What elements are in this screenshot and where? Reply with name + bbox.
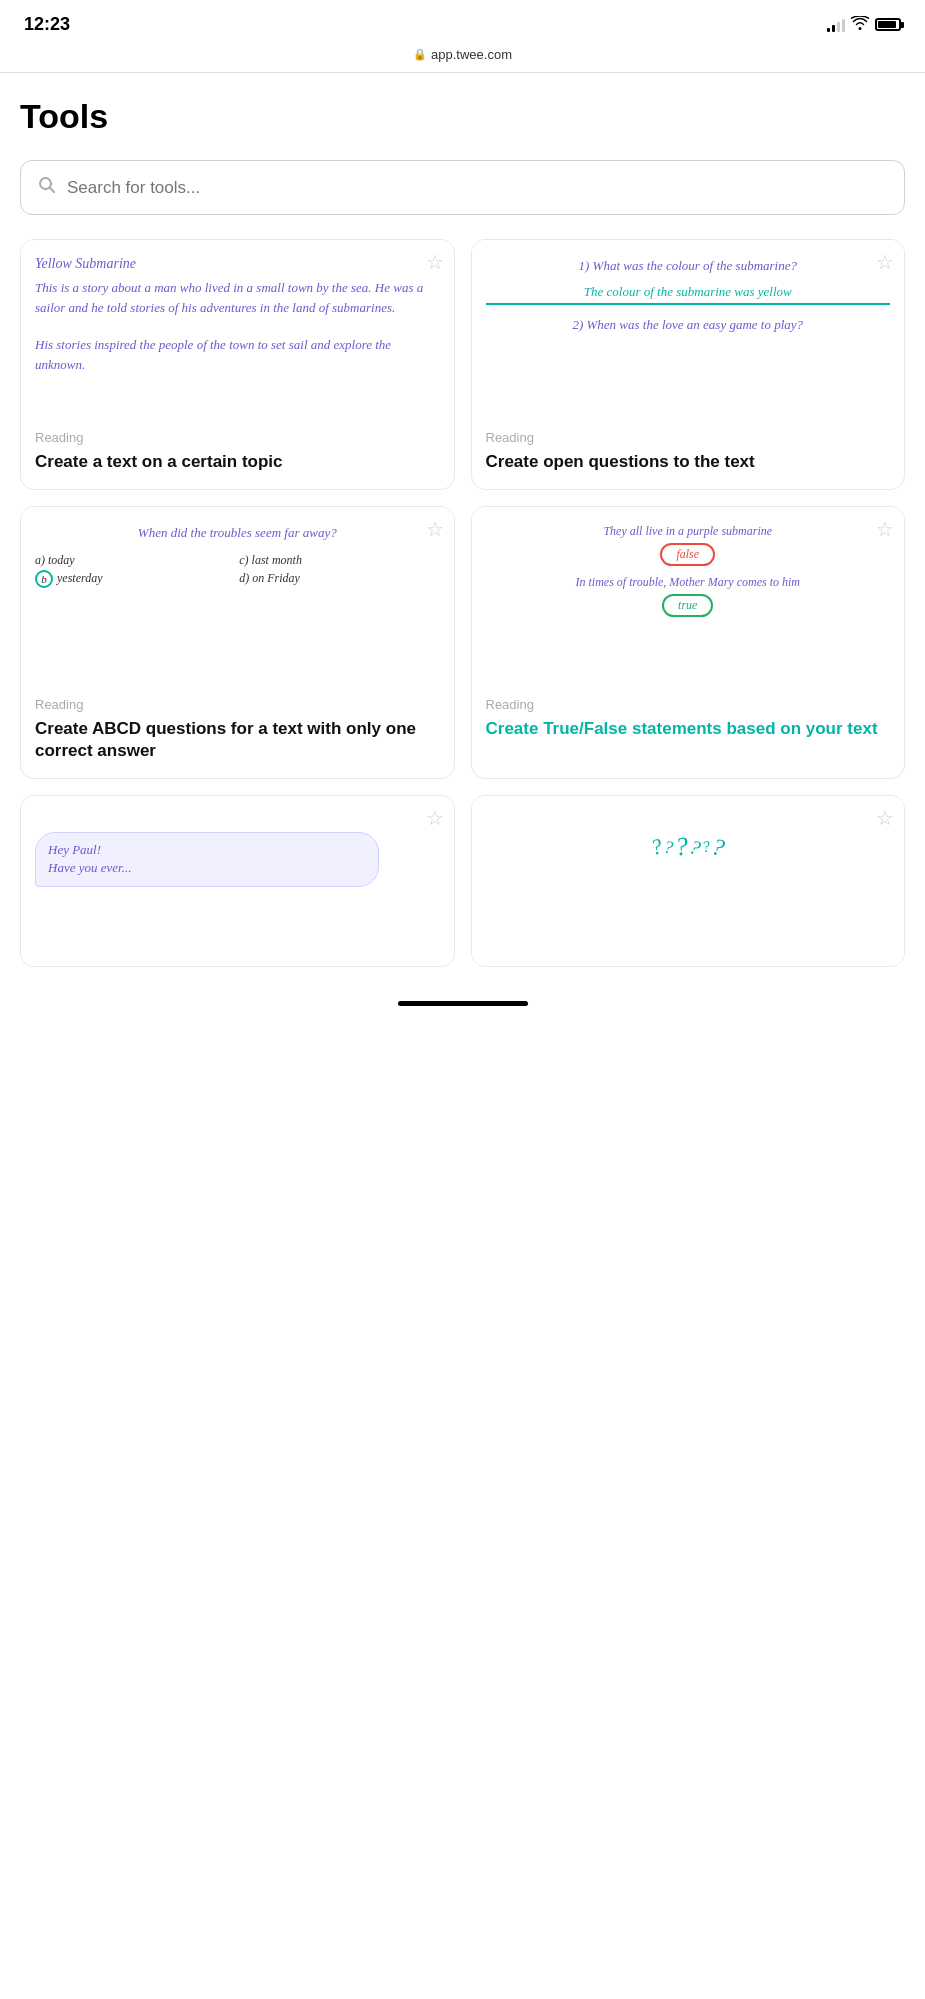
cards-grid: ☆ Yellow Submarine This is a story about… (20, 239, 905, 967)
card-2-q2: 2) When was the love an easy game to pla… (486, 315, 891, 335)
card-3-title: Create ABCD questions for a text with on… (21, 716, 454, 778)
card-4-badge-false: false (660, 543, 715, 566)
lock-icon: 🔒 (413, 48, 427, 61)
card-create-text[interactable]: ☆ Yellow Submarine This is a story about… (20, 239, 455, 490)
card-5-fade (21, 936, 454, 966)
card-6-star[interactable]: ☆ (876, 806, 894, 830)
card-5-star[interactable]: ☆ (426, 806, 444, 830)
page-title: Tools (20, 97, 905, 136)
card-2-title: Create open questions to the text (472, 449, 905, 489)
card-6-qmarks: ? ? ? ? ? ? (486, 812, 891, 862)
status-time: 12:23 (24, 14, 70, 35)
card-4-badge-true: true (662, 594, 713, 617)
card-3-meta: Reading (21, 687, 454, 716)
card-6-fade (472, 936, 905, 966)
status-bar: 12:23 (0, 0, 925, 43)
card-abcd-questions[interactable]: ☆ When did the troubles seem far away? a… (20, 506, 455, 779)
card-true-false[interactable]: ☆ They all live in a purple submarine fa… (471, 506, 906, 779)
search-input[interactable] (67, 178, 888, 198)
card-2-a1: The colour of the submarine was yellow (486, 282, 891, 306)
card-4-tf1: They all live in a purple submarine fals… (486, 523, 891, 566)
card-6[interactable]: ☆ ? ? ? ? ? ? (471, 795, 906, 967)
card-4-preview: ☆ They all live in a purple submarine fa… (472, 507, 905, 687)
card-4-star[interactable]: ☆ (876, 517, 894, 541)
mc-option-b: b yesterday (35, 570, 235, 588)
battery-icon (875, 18, 901, 31)
search-bar[interactable] (20, 160, 905, 215)
mc-circle-b: b (35, 570, 53, 588)
mc-option-a: a) today (35, 553, 235, 568)
card-3-star[interactable]: ☆ (426, 517, 444, 541)
mc-option-c: c) last month (239, 553, 439, 568)
card-open-questions[interactable]: ☆ 1) What was the colour of the submarin… (471, 239, 906, 490)
signal-icon (827, 18, 845, 32)
card-5-preview: ☆ Hey Paul!Have you ever... (21, 796, 454, 936)
page-content: Tools ☆ Yellow Submarine This is a story… (0, 73, 925, 987)
card-3-options: a) today c) last month b yesterday d) on… (35, 553, 440, 588)
home-bar (398, 1001, 528, 1006)
card-5-bubble: Hey Paul!Have you ever... (35, 832, 379, 886)
card-3-preview: ☆ When did the troubles seem far away? a… (21, 507, 454, 687)
url-bar: 🔒 app.twee.com (0, 43, 925, 72)
search-icon (37, 175, 57, 200)
status-icons (827, 16, 901, 33)
wifi-icon (851, 16, 869, 33)
home-indicator (0, 991, 925, 1014)
card-1-preview-text1: This is a story about a man who lived in… (35, 278, 440, 317)
card-1-star[interactable]: ☆ (426, 250, 444, 274)
mc-option-d: d) on Friday (239, 570, 439, 588)
card-4-tf2: In times of trouble, Mother Mary comes t… (486, 574, 891, 617)
card-1-preview-text2: His stories inspired the people of the t… (35, 335, 440, 374)
url-text: app.twee.com (431, 47, 512, 62)
card-2-meta: Reading (472, 420, 905, 449)
card-3-question: When did the troubles seem far away? (35, 523, 440, 543)
card-1-preview-title: Yellow Submarine (35, 256, 440, 272)
card-1-meta: Reading (21, 420, 454, 449)
card-2-preview: ☆ 1) What was the colour of the submarin… (472, 240, 905, 420)
card-1-preview: ☆ Yellow Submarine This is a story about… (21, 240, 454, 420)
card-2-q1: 1) What was the colour of the submarine? (486, 256, 891, 276)
card-1-title: Create a text on a certain topic (21, 449, 454, 489)
card-4-meta: Reading (472, 687, 905, 716)
card-2-star[interactable]: ☆ (876, 250, 894, 274)
card-6-preview: ☆ ? ? ? ? ? ? (472, 796, 905, 936)
card-5[interactable]: ☆ Hey Paul!Have you ever... (20, 795, 455, 967)
card-4-title: Create True/False statements based on yo… (472, 716, 905, 756)
